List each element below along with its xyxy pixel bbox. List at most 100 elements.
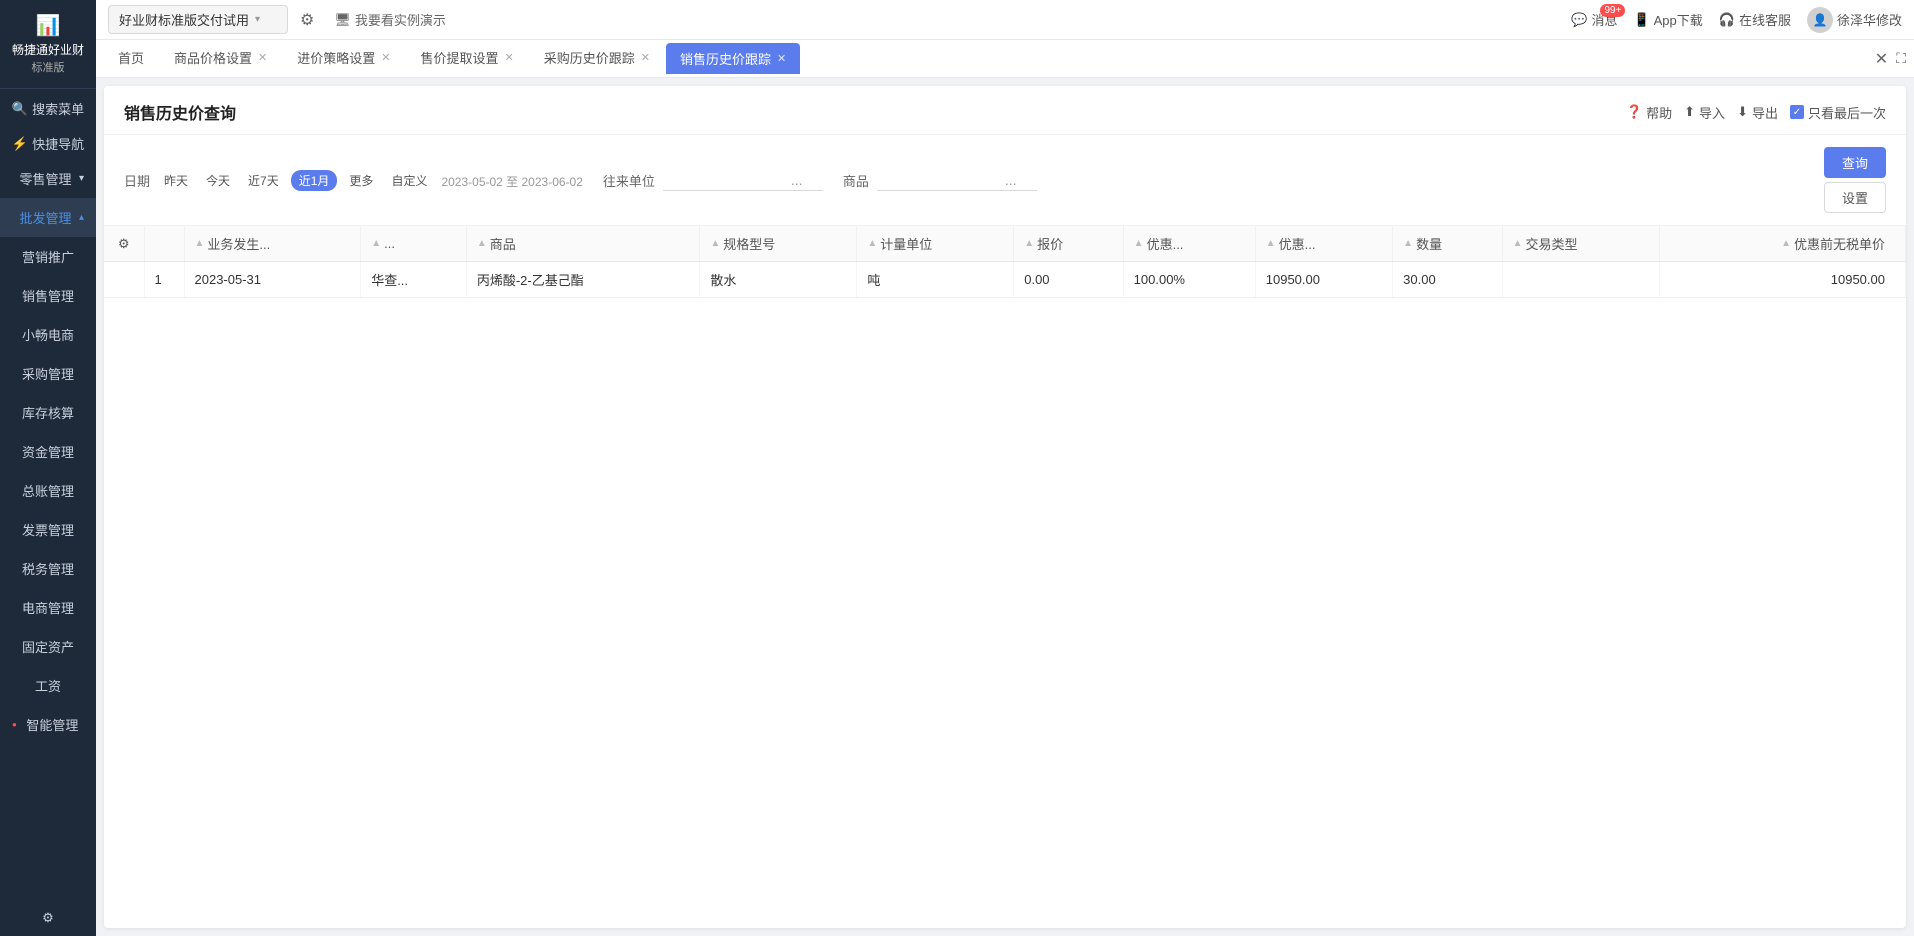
sidebar-payroll-label: 工资 [12, 676, 84, 695]
th-spec[interactable]: ▲ 规格型号 [700, 226, 857, 262]
th-spec-label: 规格型号 [723, 234, 775, 253]
sidebar-tax-label: 税务管理 [12, 559, 84, 578]
sidebar-item-retail[interactable]: 零售管理 ▾ [0, 159, 96, 198]
sidebar-item-inventory[interactable]: 库存核算 [0, 393, 96, 432]
from-unit-dots-btn[interactable]: ... [791, 172, 803, 188]
tab-purchase-history-close[interactable]: ✕ [641, 51, 650, 64]
workspace-selector-text: 好业财标准版交付试用 [119, 10, 249, 29]
last-only-checkbox[interactable]: 只看最后一次 [1790, 103, 1886, 122]
export-btn[interactable]: ⬇ 导出 [1737, 103, 1778, 122]
help-btn[interactable]: ❓ 帮助 [1626, 103, 1672, 122]
td-product: 丙烯酸-2-乙基己酯 [466, 262, 700, 298]
sidebar-item-wholesale[interactable]: 批发管理 ▴ [0, 198, 96, 237]
sidebar-item-ecommerce[interactable]: 电商管理 [0, 588, 96, 627]
query-button[interactable]: 查询 [1824, 147, 1886, 178]
topbar-demo-btn[interactable]: 🖥 我要看实例演示 [334, 10, 446, 29]
th-extra-label: ... [384, 236, 395, 251]
search-bar: 日期 昨天 今天 近7天 近1月 更多 自定义 2023-05-02 至 202… [104, 135, 1906, 226]
td-biz-date: 2023-05-31 [184, 262, 361, 298]
workspace-selector-arrow: ▾ [255, 14, 260, 25]
tab-sell-extract-close[interactable]: ✕ [505, 51, 514, 64]
sidebar-item-finance[interactable]: 资金管理 [0, 432, 96, 471]
th-price[interactable]: ▲ 报价 [1014, 226, 1123, 262]
tab-sell-extract[interactable]: 售价提取设置 ✕ [406, 42, 527, 75]
sidebar-item-general-ledger[interactable]: 总账管理 [0, 471, 96, 510]
tab-price[interactable]: 商品价格设置 ✕ [160, 42, 281, 75]
topbar: 好业财标准版交付试用 ▾ ⚙ 🖥 我要看实例演示 💬 消息 99+ 📱 App下… [96, 0, 1914, 40]
th-extra-sort-asc: ▲ [371, 238, 381, 249]
th-qty[interactable]: ▲ 数量 [1393, 226, 1502, 262]
tab-purchase-history[interactable]: 采购历史价跟踪 ✕ [530, 42, 664, 75]
tabbar-close-icon[interactable]: ✕ [1875, 49, 1888, 69]
sidebar-search-label: 搜索菜单 [32, 99, 84, 118]
td-spec: 散水 [700, 262, 857, 298]
date-btn-custom[interactable]: 自定义 [385, 170, 433, 191]
date-btn-more[interactable]: 更多 [343, 170, 379, 191]
tab-sell-history[interactable]: 销售历史价跟踪 ✕ [666, 43, 800, 74]
product-input[interactable] [881, 172, 1001, 187]
sidebar-item-sales[interactable]: 销售管理 [0, 276, 96, 315]
date-btn-today[interactable]: 今天 [200, 170, 236, 191]
app-download-btn[interactable]: 📱 App下载 [1633, 10, 1702, 29]
td-extra: 华查... [361, 262, 467, 298]
tabbar-expand-icon[interactable]: ⛶ [1896, 50, 1906, 67]
th-gear[interactable]: ⚙ [104, 226, 144, 262]
th-extra[interactable]: ▲ ... [361, 226, 467, 262]
th-biz-date[interactable]: ▲ 业务发生... [184, 226, 361, 262]
message-btn[interactable]: 💬 消息 99+ [1571, 10, 1617, 29]
th-product[interactable]: ▲ 商品 [466, 226, 700, 262]
th-discount1[interactable]: ▲ 优惠... [1123, 226, 1255, 262]
sidebar-item-smart[interactable]: 智能管理 [0, 705, 96, 744]
sidebar-settings-btn[interactable]: ⚙ [0, 900, 96, 936]
sidebar-item-invoice[interactable]: 发票管理 [0, 510, 96, 549]
topbar-gear-icon[interactable]: ⚙ [300, 10, 314, 30]
service-btn[interactable]: 🎧 在线客服 [1719, 10, 1791, 29]
date-btn-7days[interactable]: 近7天 [242, 170, 285, 191]
sidebar-xiaochang-label: 小畅电商 [12, 325, 84, 344]
sidebar-item-purchase[interactable]: 采购管理 [0, 354, 96, 393]
tab-price-close[interactable]: ✕ [258, 51, 267, 64]
th-trade-type-sort-asc: ▲ [1513, 238, 1523, 249]
demo-label: 我要看实例演示 [355, 10, 446, 29]
sidebar-item-fixed-assets[interactable]: 固定资产 [0, 627, 96, 666]
sidebar-item-quick-nav[interactable]: ⚡ 快捷导航 [0, 128, 96, 159]
date-btn-1month[interactable]: 近1月 [291, 170, 338, 191]
sidebar-item-payroll[interactable]: 工资 [0, 666, 96, 705]
th-discount2-label: 优惠... [1279, 234, 1316, 253]
tab-home[interactable]: 首页 [104, 42, 158, 75]
from-unit-label: 往来单位 [603, 171, 655, 190]
tab-purchase-strategy-close[interactable]: ✕ [381, 51, 390, 64]
sidebar-item-tax[interactable]: 税务管理 [0, 549, 96, 588]
service-icon: 🎧 [1719, 12, 1735, 28]
th-trade-type[interactable]: ▲ 交易类型 [1502, 226, 1659, 262]
tab-sell-history-close[interactable]: ✕ [777, 52, 786, 65]
tab-home-label: 首页 [118, 48, 144, 67]
product-group: 商品 ... [843, 170, 1037, 191]
settings-button[interactable]: 设置 [1824, 182, 1886, 213]
sidebar-item-xiaochang[interactable]: 小畅电商 [0, 315, 96, 354]
th-pretax-price[interactable]: ▲ 优惠前无税单价 [1659, 226, 1905, 262]
sidebar-item-marketing[interactable]: 营销推广 [0, 237, 96, 276]
tab-purchase-strategy[interactable]: 进价策略设置 ✕ [283, 42, 404, 75]
th-unit[interactable]: ▲ 计量单位 [857, 226, 1014, 262]
th-discount2[interactable]: ▲ 优惠... [1255, 226, 1392, 262]
tabbar-actions: ✕ ⛶ [1875, 49, 1906, 69]
from-unit-input[interactable] [667, 172, 787, 187]
sidebar: 📊 畅捷通好业财 标准版 🔍 搜索菜单 ⚡ 快捷导航 零售管理 ▾ 批发管理 ▴… [0, 0, 96, 936]
logo-text-line2: 标准版 [32, 62, 65, 74]
table-row[interactable]: 1 2023-05-31 华查... 丙烯酸-2-乙基己酯 散水 吨 0.00 … [104, 262, 1906, 298]
td-unit: 吨 [857, 262, 1014, 298]
user-menu[interactable]: 👤 徐泽华修改 [1807, 7, 1902, 33]
th-price-label: 报价 [1037, 234, 1063, 253]
table-header: ⚙ ▲ 业务发生... ▲ ... [104, 226, 1906, 262]
workspace-selector[interactable]: 好业财标准版交付试用 ▾ [108, 5, 288, 34]
th-discount1-sort-asc: ▲ [1134, 238, 1144, 249]
sidebar-invoice-label: 发票管理 [12, 520, 84, 539]
message-icon: 💬 [1571, 12, 1587, 28]
sidebar-item-search[interactable]: 🔍 搜索菜单 [0, 89, 96, 128]
product-dots-btn[interactable]: ... [1005, 172, 1017, 188]
date-btn-yesterday[interactable]: 昨天 [158, 170, 194, 191]
import-btn[interactable]: ⬆ 导入 [1684, 103, 1725, 122]
td-trade-type [1502, 262, 1659, 298]
tab-purchase-strategy-label: 进价策略设置 [297, 48, 375, 67]
